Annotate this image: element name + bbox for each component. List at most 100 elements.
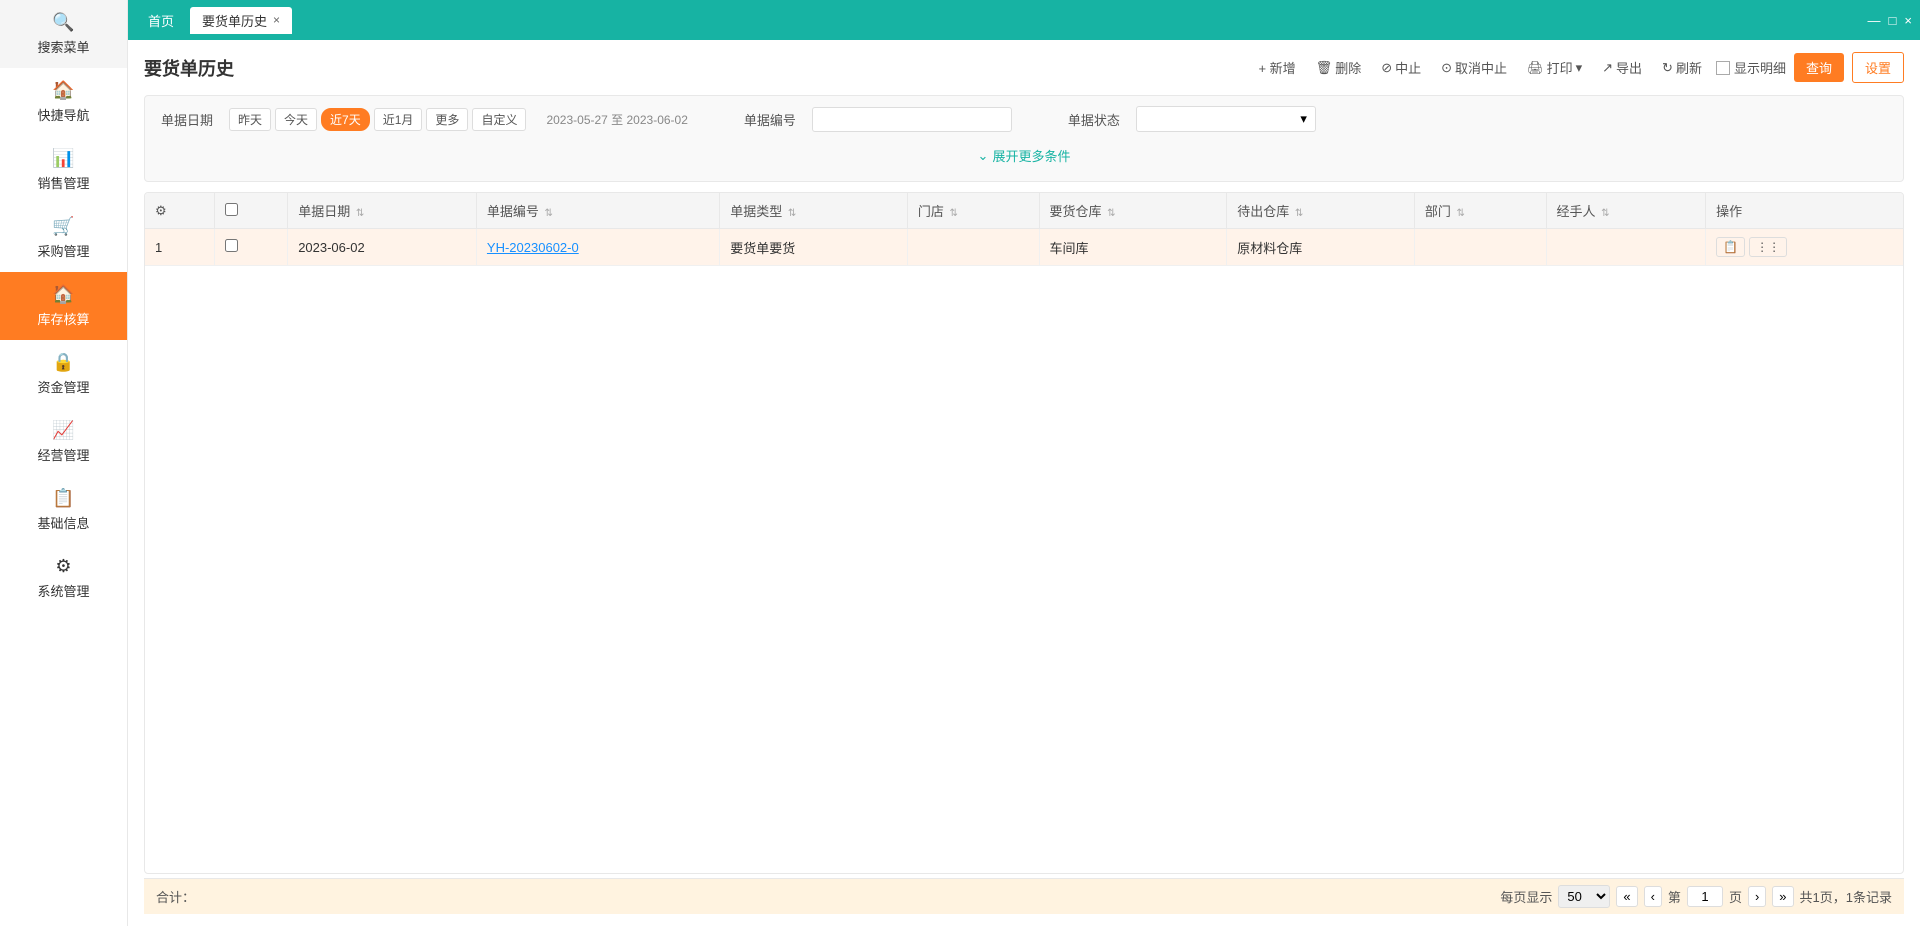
date-filter-label: 单据日期 <box>161 110 213 129</box>
chevron-down-icon: ⌄ <box>978 148 989 164</box>
sidebar-item-finance[interactable]: 🔒资金管理 <box>0 340 127 408</box>
td-no: 1 <box>145 229 214 266</box>
page-header: 要货单历史 + 新增 🗑 删除 ⊘ 中止 ⊙ 取消中止 🖨 打印 <box>144 52 1904 83</box>
sort-icon: ⇅ <box>1457 208 1465 219</box>
row-checkbox[interactable] <box>225 239 238 252</box>
main-area: 首页 要货单历史 × — □ × 要货单历史 + 新增 🗑 删除 ⊘ 中止 <box>128 0 1920 926</box>
expand-more-btn[interactable]: ⌄ 展开更多条件 <box>161 140 1887 171</box>
export-button[interactable]: ↗ 导出 <box>1596 54 1648 81</box>
home-tab[interactable]: 首页 <box>136 7 186 34</box>
data-table: ⚙ 单据日期 ⇅ 单据编号 ⇅ 单据类型 ⇅ 门店 ⇅ 要货仓库 ⇅ 待出仓库 … <box>145 193 1903 266</box>
date-range-text: 2023-05-27 至 2023-06-02 <box>546 111 687 128</box>
footer-bar: 合计： 每页显示 20 50 100 « ‹ 第 页 › » 共1页，1条记录 <box>144 878 1904 914</box>
delete-button[interactable]: 🗑 删除 <box>1310 54 1368 81</box>
status-select[interactable]: ▾ <box>1136 106 1316 132</box>
active-tab[interactable]: 要货单历史 × <box>190 7 292 34</box>
toolbar: + 新增 🗑 删除 ⊘ 中止 ⊙ 取消中止 🖨 打印 ▾ <box>1252 52 1904 83</box>
purchase-icon: 🛒 <box>52 216 74 237</box>
content-area: 要货单历史 + 新增 🗑 删除 ⊘ 中止 ⊙ 取消中止 🖨 打印 <box>128 40 1920 926</box>
th-pending-warehouse[interactable]: 待出仓库 ⇅ <box>1227 193 1415 229</box>
row-more-btn[interactable]: ⋮⋮ <box>1749 237 1787 257</box>
query-button[interactable]: 查询 <box>1794 53 1844 82</box>
sort-icon: ⇅ <box>1295 208 1303 219</box>
page-input[interactable] <box>1687 886 1723 907</box>
refresh-button[interactable]: ↻ 刷新 <box>1656 54 1708 81</box>
sort-icon: ⇅ <box>1601 208 1609 219</box>
display-cells-label[interactable]: 显示明细 <box>1716 58 1786 77</box>
sidebar-item-sales[interactable]: 📊销售管理 <box>0 136 127 204</box>
sidebar-item-system[interactable]: ⚙系统管理 <box>0 544 127 612</box>
sidebar-item-purchase[interactable]: 🛒采购管理 <box>0 204 127 272</box>
display-cells-checkbox[interactable] <box>1716 61 1730 75</box>
td-pending-warehouse: 原材料仓库 <box>1227 229 1415 266</box>
pagination: 每页显示 20 50 100 « ‹ 第 页 › » 共1页，1条记录 <box>1500 885 1892 908</box>
total-info: 共1页，1条记录 <box>1800 887 1892 906</box>
date-btn-last_month[interactable]: 近1月 <box>374 108 423 131</box>
table-body: 1 2023-06-02 YH-20230602-0 要货单要货 车间库 原材料… <box>145 229 1903 266</box>
td-doc-no[interactable]: YH-20230602-0 <box>476 229 719 266</box>
sidebar-item-inventory[interactable]: 🏠库存核算 <box>0 272 127 340</box>
sidebar-item-operations[interactable]: 📈经营管理 <box>0 408 127 476</box>
date-btn-yesterday[interactable]: 昨天 <box>229 108 271 131</box>
sidebar-item-quick-nav[interactable]: 🏠快捷导航 <box>0 68 127 136</box>
sidebar-item-basic-info[interactable]: 📋基础信息 <box>0 476 127 544</box>
date-btn-custom[interactable]: 自定义 <box>472 108 526 131</box>
th-req-warehouse[interactable]: 要货仓库 ⇅ <box>1039 193 1227 229</box>
date-btn-last7[interactable]: 近7天 <box>321 108 370 131</box>
status-label: 单据状态 <box>1068 110 1120 129</box>
table-header: ⚙ 单据日期 ⇅ 单据编号 ⇅ 单据类型 ⇅ 门店 ⇅ 要货仓库 ⇅ 待出仓库 … <box>145 193 1903 229</box>
sidebar-item-search-menu[interactable]: 🔍搜索菜单 <box>0 0 127 68</box>
minimize-btn[interactable]: — <box>1868 13 1881 28</box>
doc-no-link[interactable]: YH-20230602-0 <box>487 240 579 255</box>
tab-close-btn[interactable]: × <box>273 13 280 27</box>
add-button[interactable]: + 新增 <box>1252 54 1301 81</box>
stop-button[interactable]: ⊘ 中止 <box>1375 54 1427 81</box>
td-department <box>1414 229 1546 266</box>
sidebar-item-label: 库存核算 <box>37 309 89 328</box>
close-btn[interactable]: × <box>1904 13 1912 28</box>
cancel-stop-button[interactable]: ⊙ 取消中止 <box>1435 54 1513 81</box>
cancel-stop-icon: ⊙ <box>1441 60 1452 76</box>
sidebar-item-label: 资金管理 <box>37 377 89 396</box>
print-button[interactable]: 🖨 打印 ▾ <box>1521 54 1588 81</box>
window-controls: — □ × <box>1868 13 1912 28</box>
th-doc-date[interactable]: 单据日期 ⇅ <box>288 193 477 229</box>
td-store <box>907 229 1039 266</box>
date-filter-buttons: 昨天今天近7天近1月更多自定义 <box>229 108 526 131</box>
row-view-btn[interactable]: 📋 <box>1716 237 1745 257</box>
th-doc-no[interactable]: 单据编号 ⇅ <box>476 193 719 229</box>
doc-no-label: 单据编号 <box>744 110 796 129</box>
first-page-btn[interactable]: « <box>1616 886 1637 907</box>
search-menu-icon: 🔍 <box>52 12 74 33</box>
operations-icon: 📈 <box>52 420 74 441</box>
refresh-icon: ↻ <box>1662 60 1673 76</box>
sort-icon: ⇅ <box>356 208 364 219</box>
table-row[interactable]: 1 2023-06-02 YH-20230602-0 要货单要货 车间库 原材料… <box>145 229 1903 266</box>
summary-label: 合计： <box>156 887 195 906</box>
date-btn-more[interactable]: 更多 <box>426 108 468 131</box>
td-checkbox[interactable] <box>214 229 287 266</box>
sort-icon: ⇅ <box>1107 208 1115 219</box>
doc-no-input[interactable] <box>812 107 1012 132</box>
settings-icon[interactable]: ⚙ <box>155 203 167 218</box>
th-handler[interactable]: 经手人 ⇅ <box>1546 193 1706 229</box>
th-store[interactable]: 门店 ⇅ <box>907 193 1039 229</box>
sidebar-item-label: 系统管理 <box>37 581 89 600</box>
settings-button[interactable]: 设置 <box>1852 52 1904 83</box>
th-doc-type[interactable]: 单据类型 ⇅ <box>720 193 908 229</box>
data-table-wrap: ⚙ 单据日期 ⇅ 单据编号 ⇅ 单据类型 ⇅ 门店 ⇅ 要货仓库 ⇅ 待出仓库 … <box>144 192 1904 874</box>
sidebar: 🔍搜索菜单🏠快捷导航📊销售管理🛒采购管理🏠库存核算🔒资金管理📈经营管理📋基础信息… <box>0 0 128 926</box>
maximize-btn[interactable]: □ <box>1889 13 1897 28</box>
prev-page-btn[interactable]: ‹ <box>1644 886 1662 907</box>
th-department[interactable]: 部门 ⇅ <box>1414 193 1546 229</box>
tab-label: 要货单历史 <box>202 11 267 30</box>
per-page-select[interactable]: 20 50 100 <box>1558 885 1610 908</box>
page-unit: 页 <box>1729 887 1742 906</box>
per-page-label: 每页显示 <box>1500 887 1552 906</box>
next-page-btn[interactable]: › <box>1748 886 1766 907</box>
last-page-btn[interactable]: » <box>1772 886 1793 907</box>
date-btn-today[interactable]: 今天 <box>275 108 317 131</box>
select-all-checkbox[interactable] <box>225 203 238 216</box>
filter-row-1: 单据日期 昨天今天近7天近1月更多自定义 2023-05-27 至 2023-0… <box>161 106 1887 132</box>
td-doc-type: 要货单要货 <box>720 229 908 266</box>
